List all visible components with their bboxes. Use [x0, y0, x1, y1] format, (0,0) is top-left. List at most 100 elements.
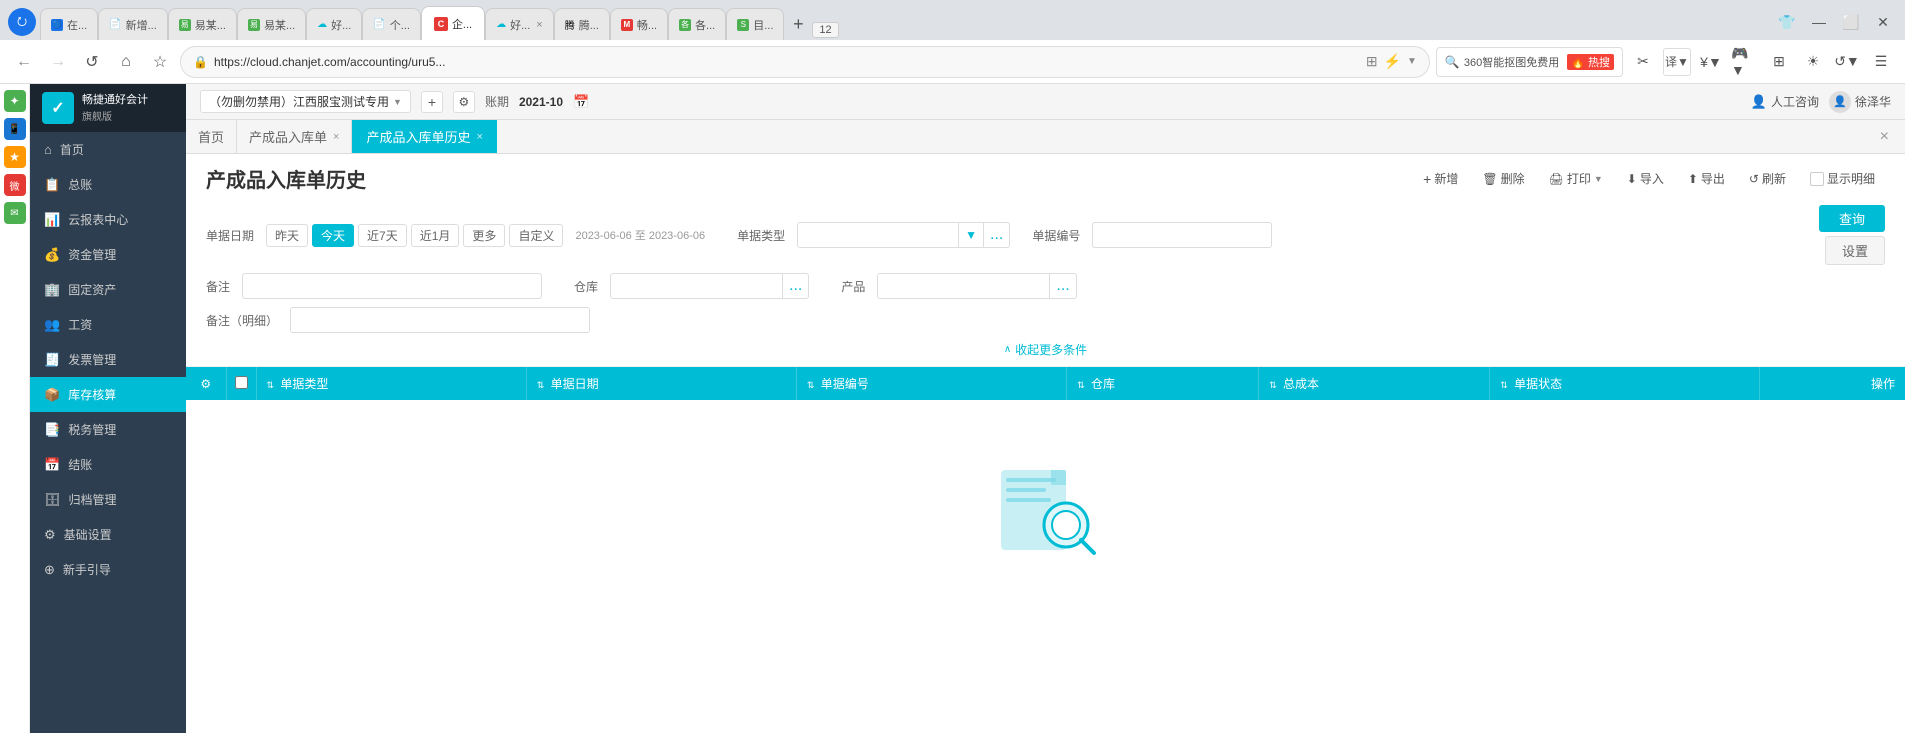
sidebar-item-reports[interactable]: 📊 云报表中心	[30, 202, 186, 237]
filter-setting-btn[interactable]: 设置	[1825, 236, 1885, 265]
product-filter-input[interactable]	[878, 274, 1049, 298]
sidebar-item-assets[interactable]: 🏢 固定资产	[30, 272, 186, 307]
tab-1[interactable]: 🔵 在...	[40, 8, 98, 40]
sidebar-item-inventory[interactable]: 📦 库存核算	[30, 377, 186, 412]
sidebar-item-invoice[interactable]: 🧾 发票管理	[30, 342, 186, 377]
dropdown-arrow[interactable]: ▼	[1407, 56, 1417, 67]
home-browser-btn[interactable]: ⌂	[112, 48, 140, 76]
add-record-btn[interactable]: + 新增	[1413, 166, 1468, 191]
th-type[interactable]: ⇅ 单据类型	[256, 367, 526, 400]
more-browser-btn[interactable]: ☰	[1867, 48, 1895, 76]
undo-btn[interactable]: ↺▼	[1833, 48, 1861, 76]
th-status[interactable]: ⇅ 单据状态	[1490, 367, 1760, 400]
export-btn[interactable]: ⬆ 导出	[1678, 166, 1735, 191]
restore-btn[interactable]: ⬜	[1837, 8, 1865, 36]
minimize-btn[interactable]: —	[1805, 8, 1833, 36]
app-icon-blue[interactable]: 📱	[4, 118, 26, 140]
type-dots-btn[interactable]: ...	[983, 223, 1009, 247]
tab-4[interactable]: 易 易某...	[237, 8, 306, 40]
back-btn[interactable]: ←	[10, 48, 38, 76]
th-warehouse[interactable]: ⇅ 仓库	[1067, 367, 1259, 400]
calendar-icon[interactable]: 📅	[573, 94, 589, 110]
sidebar-item-tax[interactable]: 📑 税务管理	[30, 412, 186, 447]
scissors-btn[interactable]: ✂	[1629, 48, 1657, 76]
add-account-btn[interactable]: +	[421, 91, 443, 113]
app-icon-red[interactable]: 微	[4, 174, 26, 196]
gamepad-btn[interactable]: 🎮▼	[1731, 48, 1759, 76]
page-refresh-btn[interactable]: ↺ 刷新	[1739, 166, 1796, 191]
tab-5[interactable]: ☁ 好...	[306, 8, 362, 40]
new-tab-btn[interactable]: +	[784, 10, 812, 38]
app-icon-green[interactable]: ✦	[4, 90, 26, 112]
tab-9[interactable]: 腾 腾...	[554, 8, 610, 40]
account-settings-btn[interactable]: ⚙	[453, 91, 475, 113]
th-settings[interactable]: ⚙	[186, 367, 226, 400]
display-detail-btn[interactable]: 显示明细	[1800, 166, 1885, 191]
tab-parent[interactable]: 产成品入库单 ×	[236, 120, 352, 153]
search-bar-360[interactable]: 🔍 360智能抠图免费用 🔥 热搜	[1436, 47, 1623, 77]
date-btn-more[interactable]: 更多	[463, 224, 505, 247]
th-number[interactable]: ⇅ 单据编号	[796, 367, 1066, 400]
warehouse-filter-input[interactable]	[611, 274, 782, 298]
tab-8[interactable]: ☁ 好... ×	[485, 8, 554, 40]
warehouse-dots-btn[interactable]: ...	[782, 274, 808, 298]
remark-filter-input[interactable]	[242, 273, 542, 299]
browser-circle-btn[interactable]: ⭮	[8, 8, 36, 36]
number-filter-input[interactable]	[1092, 222, 1272, 248]
type-dropdown-chevron[interactable]: ▼	[958, 223, 983, 247]
tab-current-close[interactable]: ×	[476, 131, 482, 143]
type-filter-input[interactable]	[798, 223, 958, 247]
forward-btn[interactable]: →	[44, 48, 72, 76]
close-window-btn[interactable]: ✕	[1869, 8, 1897, 36]
sidebar-item-closing[interactable]: 📅 结账	[30, 447, 186, 482]
address-bar[interactable]: 🔒 https://cloud.chanjet.com/accounting/u…	[180, 46, 1430, 78]
right-panel-close-btn[interactable]: ×	[1864, 120, 1905, 153]
date-btn-last-month[interactable]: 近1月	[411, 224, 460, 247]
column-settings-icon[interactable]: ⚙	[200, 377, 211, 391]
date-btn-yesterday[interactable]: 昨天	[266, 224, 308, 247]
search-btn[interactable]: 查询	[1819, 205, 1885, 232]
breadcrumb-home[interactable]: 首页	[186, 120, 236, 153]
display-checkbox[interactable]	[1810, 172, 1824, 186]
lightning-icon[interactable]: ⚡	[1384, 53, 1401, 70]
th-total-cost[interactable]: ⇅ 总成本	[1259, 367, 1490, 400]
tab-parent-close[interactable]: ×	[333, 131, 339, 143]
sidebar-item-ledger[interactable]: 📋 总账	[30, 167, 186, 202]
refresh-browser-btn[interactable]: ↺	[78, 48, 106, 76]
tab-8-close[interactable]: ×	[536, 19, 542, 31]
select-all-checkbox[interactable]	[235, 376, 248, 389]
grid-icon[interactable]: ⊞	[1366, 53, 1378, 70]
apps-btn[interactable]: ⊞	[1765, 48, 1793, 76]
collapse-btn[interactable]: ∧ 收起更多条件	[206, 337, 1885, 362]
th-checkbox[interactable]	[226, 367, 256, 400]
sidebar-item-settings[interactable]: ⚙ 基础设置	[30, 517, 186, 552]
sidebar-item-funds[interactable]: 💰 资金管理	[30, 237, 186, 272]
tab-current[interactable]: 产成品入库单历史 ×	[352, 120, 496, 153]
translate-btn[interactable]: 译▼	[1663, 48, 1691, 76]
tab-3[interactable]: 易 易某...	[168, 8, 237, 40]
tab-7-active[interactable]: C 企...	[421, 6, 485, 40]
tab-2[interactable]: 📄 新增...	[98, 8, 168, 40]
consultant-btn[interactable]: 👤 人工咨询	[1751, 93, 1819, 110]
date-btn-today[interactable]: 今天	[312, 224, 354, 247]
currency-btn[interactable]: ¥▼	[1697, 48, 1725, 76]
tab-10[interactable]: M 畅...	[610, 8, 668, 40]
date-btn-custom[interactable]: 自定义	[509, 224, 563, 247]
date-btn-last7[interactable]: 近7天	[358, 224, 407, 247]
import-btn[interactable]: ⬇ 导入	[1617, 166, 1674, 191]
tab-6[interactable]: 📄 个...	[362, 8, 421, 40]
user-info[interactable]: 👤 徐泽华	[1829, 91, 1891, 113]
sidebar-item-home[interactable]: ⌂ 首页	[30, 132, 186, 167]
th-date[interactable]: ⇅ 单据日期	[526, 367, 796, 400]
theme-btn[interactable]: ☀	[1799, 48, 1827, 76]
shirt-icon[interactable]: 👕	[1773, 8, 1801, 36]
delete-record-btn[interactable]: 🗑 删除	[1472, 166, 1534, 191]
account-selector[interactable]: （勿删勿禁用）江西服宝测试专用 ▼	[200, 90, 411, 113]
print-btn[interactable]: 🖨 打印 ▼	[1539, 166, 1613, 191]
tab-12[interactable]: S 目...	[726, 8, 784, 40]
sidebar-item-payroll[interactable]: 👥 工资	[30, 307, 186, 342]
product-dots-btn[interactable]: ...	[1049, 274, 1075, 298]
app-icon-mail[interactable]: ✉	[4, 202, 26, 224]
tab-11[interactable]: 各 各...	[668, 8, 726, 40]
detail-remark-input[interactable]	[290, 307, 590, 333]
